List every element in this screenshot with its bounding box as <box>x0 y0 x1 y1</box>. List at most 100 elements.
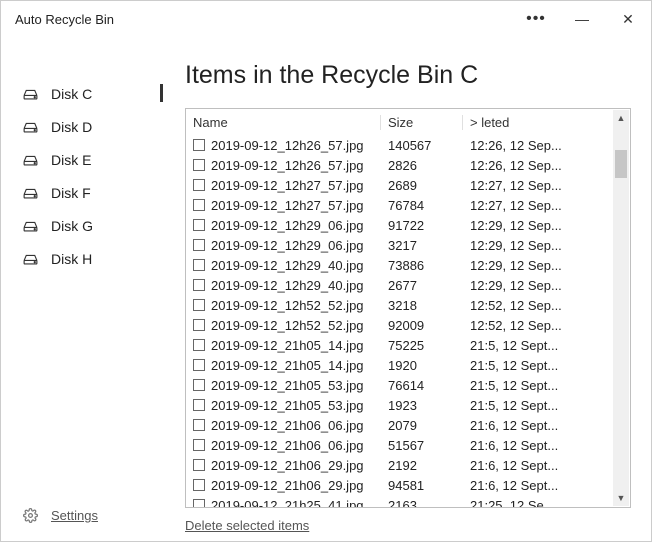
sidebar-item-label: Disk E <box>51 152 91 168</box>
row-checkbox[interactable] <box>193 419 205 431</box>
file-name: 2019-09-12_21h06_29.jpg <box>211 478 364 493</box>
row-checkbox[interactable] <box>193 139 205 151</box>
file-size: 140567 <box>381 138 463 153</box>
file-name: 2019-09-12_12h27_57.jpg <box>211 178 364 193</box>
column-size[interactable]: Size <box>381 115 463 130</box>
table-row[interactable]: 2019-09-12_21h06_06.jpg207921:6, 12 Sept… <box>186 415 630 435</box>
file-name: 2019-09-12_21h06_29.jpg <box>211 458 364 473</box>
scroll-thumb[interactable] <box>615 150 627 178</box>
file-deleted: 12:29, 12 Sep... <box>463 278 630 293</box>
table-row[interactable]: 2019-09-12_21h05_14.jpg 7522521:5, 12 Sep… <box>186 335 630 355</box>
row-checkbox[interactable] <box>193 259 205 271</box>
table-row[interactable]: 2019-09-12_12h29_06.jpg321712:29, 12 Sep… <box>186 235 630 255</box>
table-row[interactable]: 2019-09-12_21h05_53.jpg192321:5, 12 Sept… <box>186 395 630 415</box>
table-header: Name Size > leted <box>186 109 630 135</box>
file-size: 91722 <box>381 218 463 233</box>
row-checkbox[interactable] <box>193 239 205 251</box>
delete-selected-link[interactable]: Delete selected items <box>185 518 309 533</box>
file-size: 92009 <box>381 318 463 333</box>
scroll-down-icon[interactable]: ▼ <box>613 490 629 506</box>
scrollbar[interactable]: ▲ ▼ <box>613 110 629 506</box>
sidebar-item-disk[interactable]: Disk F <box>1 176 169 209</box>
row-checkbox[interactable] <box>193 359 205 371</box>
file-table: Name Size > leted 2019-09-12_12h26_57.jp… <box>185 108 631 508</box>
row-checkbox[interactable] <box>193 219 205 231</box>
file-deleted: 21:5, 12 Sept... <box>463 338 630 353</box>
file-size: 3218 <box>381 298 463 313</box>
file-deleted: 12:26, 12 Sep... <box>463 138 630 153</box>
file-name: 2019-09-12_12h29_40.jpg <box>211 278 364 293</box>
sidebar-item-label: Disk H <box>51 251 92 267</box>
column-deleted[interactable]: > leted <box>463 115 630 130</box>
file-size: 1923 <box>381 398 463 413</box>
file-size: 2163 <box>381 498 463 508</box>
sidebar: Disk C Disk D Disk E Disk FDisk G Disk H Set… <box>1 37 169 541</box>
gear-icon <box>21 508 39 523</box>
table-row[interactable]: 2019-09-12_12h27_57.jpg268912:27, 12 Sep… <box>186 175 630 195</box>
sidebar-item-disk[interactable]: Disk H <box>1 242 169 275</box>
window-controls: ••• — ✕ <box>513 1 651 37</box>
sidebar-item-disk[interactable]: Disk C <box>1 77 169 110</box>
table-row[interactable]: 2019-09-12_12h29_40.jpg267712:29, 12 Sep… <box>186 275 630 295</box>
file-deleted: 21:6, 12 Sept... <box>463 438 630 453</box>
more-button[interactable]: ••• <box>513 1 559 37</box>
file-deleted: 12:29, 12 Sep... <box>463 238 630 253</box>
row-checkbox[interactable] <box>193 299 205 311</box>
row-checkbox[interactable] <box>193 199 205 211</box>
row-checkbox[interactable] <box>193 159 205 171</box>
table-row[interactable]: 2019-09-12_21h05_14.jpg192021:5, 12 Sept… <box>186 355 630 375</box>
table-row[interactable]: 2019-09-12_12h27_57.jpg7678412:27, 12 Se… <box>186 195 630 215</box>
sidebar-item-disk[interactable]: Disk E <box>1 143 169 176</box>
table-row[interactable]: 2019-09-12_21h06_06.jpg5156721:6, 12 Sep… <box>186 435 630 455</box>
minimize-button[interactable]: — <box>559 1 605 37</box>
table-row[interactable]: 2019-09-12_12h52_52.jpg321812:52, 12 Sep… <box>186 295 630 315</box>
settings-link[interactable]: Settings <box>1 508 169 541</box>
file-size: 3217 <box>381 238 463 253</box>
disk-icon <box>21 121 39 133</box>
app-title: Auto Recycle Bin <box>15 12 114 27</box>
file-name: 2019-09-12_12h52_52.jpg <box>211 298 364 313</box>
row-checkbox[interactable] <box>193 319 205 331</box>
row-checkbox[interactable] <box>193 439 205 451</box>
table-row[interactable]: 2019-09-12_12h29_40.jpg7388612:29, 12 Se… <box>186 255 630 275</box>
table-row[interactable]: 2019-09-12_21h06_29.jpg9458121:6, 12 Sep… <box>186 475 630 495</box>
file-deleted: 21:5, 12 Sept... <box>463 398 630 413</box>
sidebar-item-disk[interactable]: Disk G <box>1 209 169 242</box>
row-checkbox[interactable] <box>193 459 205 471</box>
row-checkbox[interactable] <box>193 379 205 391</box>
file-name: 2019-09-12_12h27_57.jpg <box>211 198 364 213</box>
file-deleted: 21:5, 12 Sept... <box>463 378 630 393</box>
close-button[interactable]: ✕ <box>605 1 651 37</box>
sidebar-item-disk[interactable]: Disk D <box>1 110 169 143</box>
file-name: 2019-09-12_21h05_14.jpg <box>211 338 364 353</box>
table-row[interactable]: 2019-09-12_12h29_06.jpg9172212:29, 12 Se… <box>186 215 630 235</box>
row-checkbox[interactable] <box>193 279 205 291</box>
file-deleted: 12:26, 12 Sep... <box>463 158 630 173</box>
file-deleted: 21:6, 12 Sept... <box>463 478 630 493</box>
row-checkbox[interactable] <box>193 479 205 491</box>
file-name: 2019-09-12_12h29_40.jpg <box>211 258 364 273</box>
table-row[interactable]: 2019-09-12_21h25_41.jpg216321:25, 12 Se.… <box>186 495 630 507</box>
table-row[interactable]: 2019-09-12_21h06_29.jpg219221:6, 12 Sept… <box>186 455 630 475</box>
file-deleted: 12:29, 12 Sep... <box>463 218 630 233</box>
file-size: 2689 <box>381 178 463 193</box>
row-checkbox[interactable] <box>193 499 205 507</box>
table-row[interactable]: 2019-09-12_12h26_57.jpg14056712:26, 12 S… <box>186 135 630 155</box>
row-checkbox[interactable] <box>193 399 205 411</box>
row-checkbox[interactable] <box>193 179 205 191</box>
table-row[interactable]: 2019-09-12_12h26_57.jpg282612:26, 12 Sep… <box>186 155 630 175</box>
file-name: 2019-09-12_21h25_41.jpg <box>211 498 364 508</box>
titlebar: Auto Recycle Bin ••• — ✕ <box>1 1 651 37</box>
file-deleted: 12:52, 12 Sep... <box>463 318 630 333</box>
column-name[interactable]: Name <box>186 115 381 130</box>
table-row[interactable]: 2019-09-12_21h05_53.jpg7661421:5, 12 Sep… <box>186 375 630 395</box>
table-row[interactable]: 2019-09-12_12h52_52.jpg9200912:52, 12 Se… <box>186 315 630 335</box>
disk-icon <box>21 220 39 232</box>
sidebar-item-label: Disk D <box>51 119 92 135</box>
row-checkbox[interactable] <box>193 339 205 351</box>
file-size: 75225 <box>381 338 463 353</box>
scroll-up-icon[interactable]: ▲ <box>613 110 629 126</box>
file-deleted: 21:5, 12 Sept... <box>463 358 630 373</box>
scroll-track[interactable] <box>613 126 629 490</box>
file-size: 1920 <box>381 358 463 373</box>
